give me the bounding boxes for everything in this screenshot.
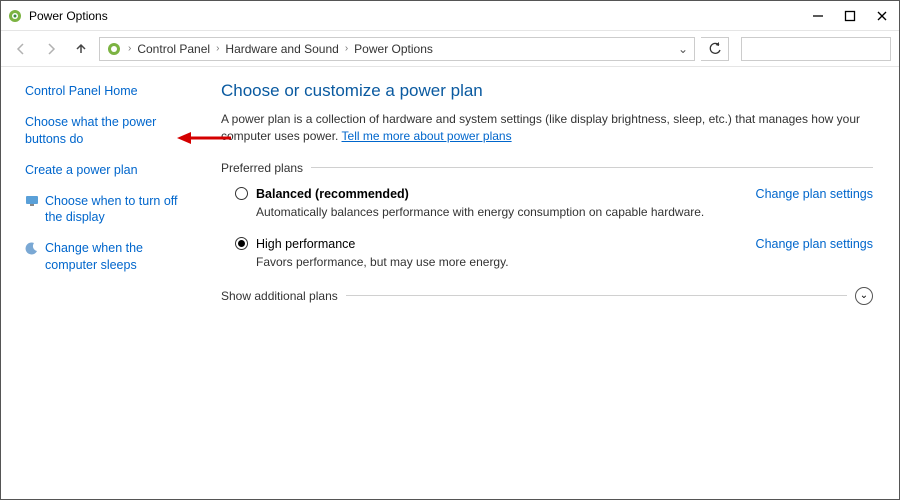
radio-high-performance[interactable]: [235, 237, 248, 250]
main-panel: Choose or customize a power plan A power…: [201, 67, 899, 501]
plan-name[interactable]: Balanced (recommended): [256, 187, 409, 201]
display-icon: [25, 194, 39, 208]
power-plan-balanced: Balanced (recommended) Change plan setti…: [235, 187, 873, 219]
description: A power plan is a collection of hardware…: [221, 111, 873, 145]
plan-description: Automatically balances performance with …: [256, 205, 873, 219]
sidebar-item-label: Choose when to turn off the display: [45, 193, 187, 227]
up-button[interactable]: [69, 37, 93, 61]
plan-description: Favors performance, but may use more ene…: [256, 255, 873, 269]
control-panel-home-link[interactable]: Control Panel Home: [25, 83, 187, 100]
address-bar[interactable]: › Control Panel › Hardware and Sound › P…: [99, 37, 695, 61]
plan-name[interactable]: High performance: [256, 237, 355, 251]
breadcrumb-item[interactable]: Control Panel: [137, 42, 210, 56]
radio-balanced[interactable]: [235, 187, 248, 200]
description-text: A power plan is a collection of hardware…: [221, 112, 860, 143]
sidebar: Control Panel Home Choose what the power…: [1, 67, 201, 501]
back-button[interactable]: [9, 37, 33, 61]
sidebar-link-power-buttons[interactable]: Choose what the power buttons do: [25, 114, 187, 148]
title-bar: Power Options: [1, 1, 899, 31]
sidebar-link-sleep[interactable]: Change when the computer sleeps: [25, 240, 187, 274]
location-icon: [106, 41, 122, 57]
window-title: Power Options: [29, 9, 811, 23]
divider: [311, 167, 873, 168]
change-plan-settings-link[interactable]: Change plan settings: [756, 237, 873, 251]
search-input[interactable]: [741, 37, 891, 61]
breadcrumb-item[interactable]: Power Options: [354, 42, 433, 56]
nav-bar: › Control Panel › Hardware and Sound › P…: [1, 31, 899, 67]
page-heading: Choose or customize a power plan: [221, 81, 873, 101]
sidebar-item-label: Change when the computer sleeps: [45, 240, 187, 274]
power-plan-high-performance: High performance Change plan settings Fa…: [235, 237, 873, 269]
minimize-button[interactable]: [811, 9, 825, 23]
breadcrumb-item[interactable]: Hardware and Sound: [225, 42, 338, 56]
chevron-right-icon: ›: [216, 43, 219, 54]
chevron-right-icon: ›: [128, 43, 131, 54]
chevron-right-icon: ›: [345, 43, 348, 54]
divider: [346, 295, 847, 296]
close-button[interactable]: [875, 9, 889, 23]
maximize-button[interactable]: [843, 9, 857, 23]
refresh-button[interactable]: [701, 37, 729, 61]
moon-icon: [25, 241, 39, 255]
expand-chevron-icon[interactable]: ⌄: [855, 287, 873, 305]
sidebar-link-turn-off-display[interactable]: Choose when to turn off the display: [25, 193, 187, 227]
forward-button[interactable]: [39, 37, 63, 61]
change-plan-settings-link[interactable]: Change plan settings: [756, 187, 873, 201]
app-icon: [7, 8, 23, 24]
dropdown-chevron-icon[interactable]: ⌄: [678, 42, 688, 56]
learn-more-link[interactable]: Tell me more about power plans: [342, 129, 512, 143]
sidebar-link-create-plan[interactable]: Create a power plan: [25, 162, 187, 179]
preferred-plans-label: Preferred plans: [221, 161, 303, 175]
additional-plans-label[interactable]: Show additional plans: [221, 289, 338, 303]
